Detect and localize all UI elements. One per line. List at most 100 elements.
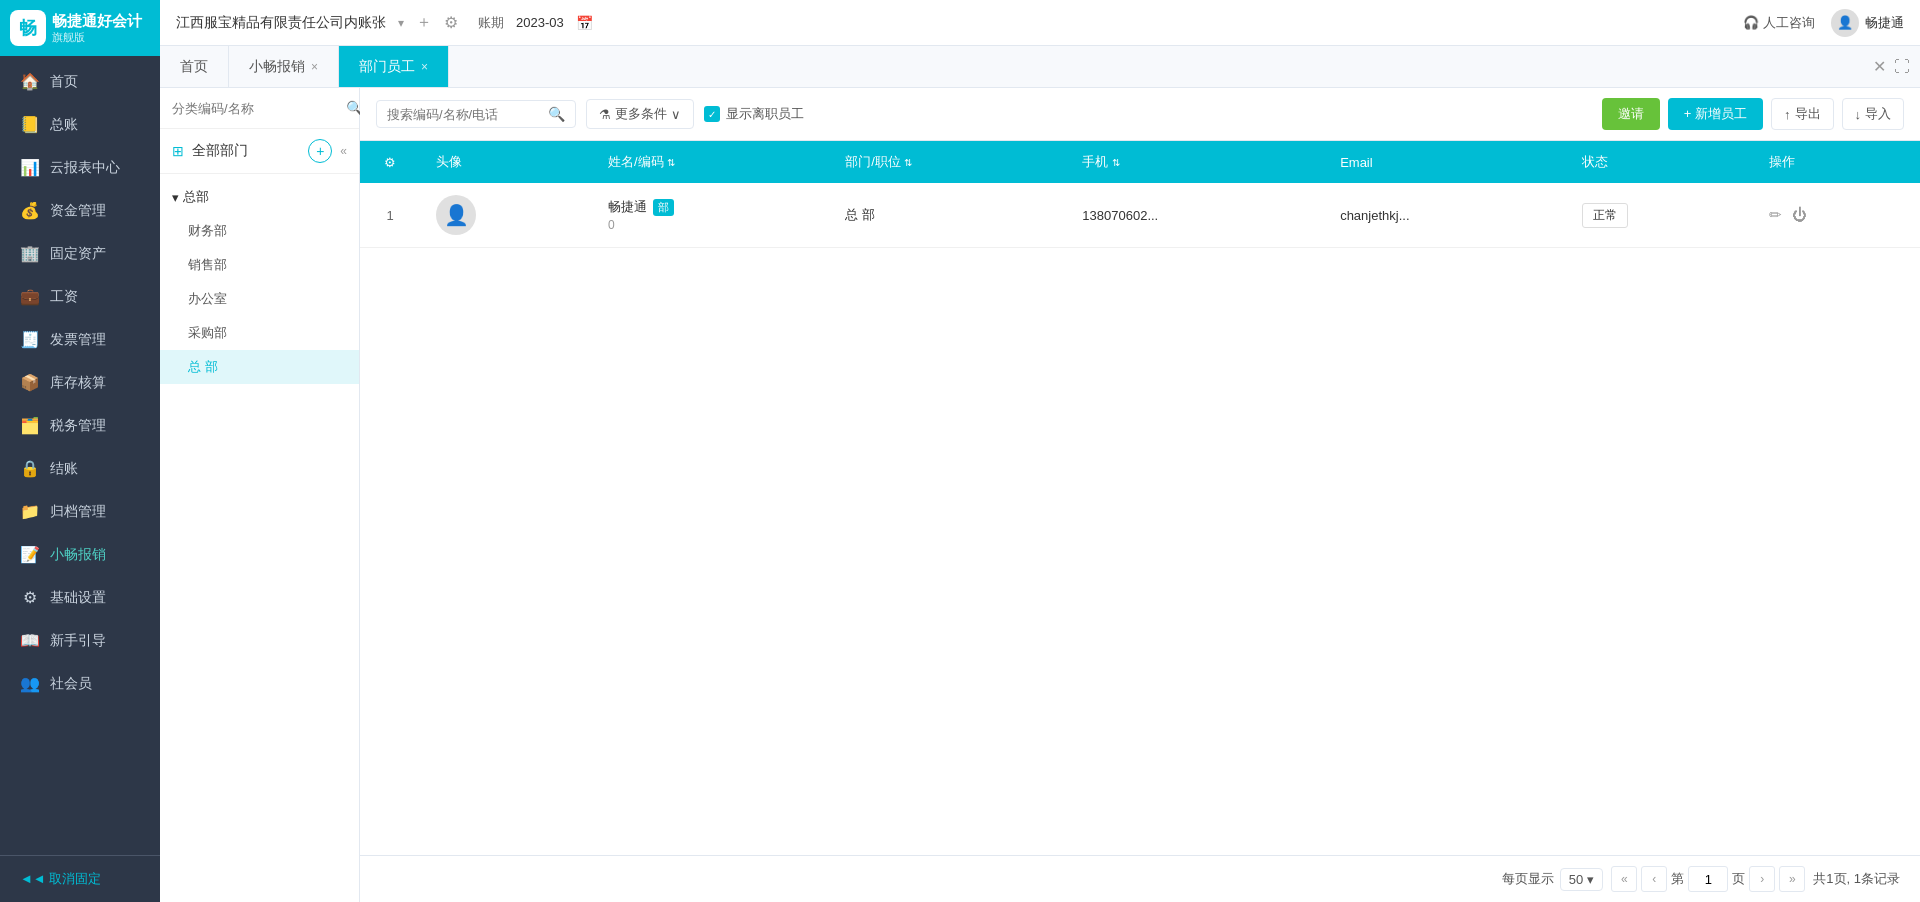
sidebar-toggle[interactable]: ◄◄ 取消固定 bbox=[0, 855, 160, 902]
sidebar-item-inventory[interactable]: 📦 库存核算 bbox=[0, 361, 160, 404]
import-button[interactable]: ↓ 导入 bbox=[1842, 98, 1905, 130]
user-avatar: 👤 bbox=[1831, 9, 1859, 37]
sidebar-item-home[interactable]: 🏠 首页 bbox=[0, 60, 160, 103]
sort-icon: ⇅ bbox=[1112, 157, 1120, 168]
dept-item-finance[interactable]: 财务部 bbox=[160, 214, 359, 248]
dept-add-button[interactable]: + bbox=[308, 139, 332, 163]
employee-search-input[interactable] bbox=[387, 107, 542, 122]
import-icon: ↓ bbox=[1855, 107, 1862, 122]
dept-item-procurement[interactable]: 采购部 bbox=[160, 316, 359, 350]
page-label-2: 页 bbox=[1732, 870, 1745, 888]
support-label: 人工咨询 bbox=[1763, 14, 1815, 32]
dept-item-label: 总 部 bbox=[188, 358, 218, 376]
dropdown-icon: ▾ bbox=[1587, 872, 1594, 887]
sidebar-item-archive[interactable]: 📁 归档管理 bbox=[0, 490, 160, 533]
sidebar-item-tax[interactable]: 🗂️ 税务管理 bbox=[0, 404, 160, 447]
sidebar-item-reports[interactable]: 📊 云报表中心 bbox=[0, 146, 160, 189]
sidebar: 畅 畅捷通好会计 旗舰版 🏠 首页 📒 总账 📊 云报表中心 💰 资金管理 🏢 … bbox=[0, 0, 160, 902]
sort-icon: ⇅ bbox=[904, 157, 912, 168]
employee-name: 畅捷通 bbox=[608, 198, 647, 216]
support-button[interactable]: 🎧 人工咨询 bbox=[1743, 14, 1815, 32]
maximize-window-icon[interactable]: ⛶ bbox=[1894, 58, 1910, 76]
sidebar-item-salary[interactable]: 💼 工资 bbox=[0, 275, 160, 318]
filter-button[interactable]: ⚗ 更多条件 ∨ bbox=[586, 99, 694, 129]
edit-button[interactable]: ✏ bbox=[1769, 206, 1782, 224]
col-name[interactable]: 姓名/编码 ⇅ bbox=[592, 141, 829, 183]
top-header: 江西服宝精品有限责任公司内账张 ▾ ＋ ⚙ 账期 2023-03 📅 🎧 人工咨… bbox=[160, 0, 1920, 46]
action-buttons: ✏ ⏻ bbox=[1769, 206, 1904, 224]
tab-dept-label: 部门员工 bbox=[359, 58, 415, 76]
tab-home[interactable]: 首页 bbox=[160, 46, 229, 87]
table-header-row: ⚙ 头像 姓名/编码 ⇅ 部门/职位 ⇅ 手机 bbox=[360, 141, 1920, 183]
col-dept[interactable]: 部门/职位 ⇅ bbox=[829, 141, 1066, 183]
expand-icon: ▾ bbox=[172, 190, 179, 205]
sidebar-item-expense[interactable]: 📝 小畅报销 bbox=[0, 533, 160, 576]
header-right: 🎧 人工咨询 👤 畅捷通 bbox=[1743, 9, 1904, 37]
show-resigned-checkbox[interactable]: ✓ bbox=[704, 106, 720, 122]
dept-item-sales[interactable]: 销售部 bbox=[160, 248, 359, 282]
col-settings[interactable]: ⚙ bbox=[360, 141, 420, 183]
sidebar-item-invoice[interactable]: 🧾 发票管理 bbox=[0, 318, 160, 361]
col-phone[interactable]: 手机 ⇅ bbox=[1066, 141, 1324, 183]
settings-icon[interactable]: ⚙ bbox=[444, 13, 458, 32]
calendar-icon[interactable]: 📅 bbox=[576, 15, 593, 31]
export-button[interactable]: ↑ 导出 bbox=[1771, 98, 1834, 130]
dept-grid-icon: ⊞ bbox=[172, 143, 184, 159]
dept-item-label: 销售部 bbox=[188, 256, 227, 274]
home-icon: 🏠 bbox=[20, 72, 40, 91]
invite-button[interactable]: 邀请 bbox=[1602, 98, 1660, 130]
employee-table-container: ⚙ 头像 姓名/编码 ⇅ 部门/职位 ⇅ 手机 bbox=[360, 141, 1920, 855]
next-page-button[interactable]: › bbox=[1749, 866, 1775, 892]
dept-tag: 部 bbox=[653, 199, 674, 216]
show-resigned-toggle[interactable]: ✓ 显示离职员工 bbox=[704, 105, 804, 123]
page-size-dropdown[interactable]: 50 ▾ bbox=[1560, 868, 1603, 891]
dept-collapse-icon[interactable]: « bbox=[340, 144, 347, 158]
tab-dept-close[interactable]: × bbox=[421, 60, 428, 74]
logout-button[interactable]: ⏻ bbox=[1792, 206, 1807, 224]
user-info[interactable]: 👤 畅捷通 bbox=[1831, 9, 1904, 37]
dept-search-input[interactable] bbox=[172, 101, 340, 116]
sidebar-item-assets[interactable]: 🏢 固定资产 bbox=[0, 232, 160, 275]
archive-icon: 📁 bbox=[20, 502, 40, 521]
import-label: 导入 bbox=[1865, 105, 1891, 123]
close-window-icon[interactable]: ✕ bbox=[1873, 57, 1886, 76]
sidebar-item-settings[interactable]: ⚙ 基础设置 bbox=[0, 576, 160, 619]
add-employee-button[interactable]: + 新增员工 bbox=[1668, 98, 1763, 130]
last-page-button[interactable]: » bbox=[1779, 866, 1805, 892]
username: 畅捷通 bbox=[1865, 14, 1904, 32]
tab-expense[interactable]: 小畅报销 × bbox=[229, 46, 339, 87]
total-info: 共1页, 1条记录 bbox=[1813, 870, 1900, 888]
first-page-button[interactable]: « bbox=[1611, 866, 1637, 892]
toolbar: 🔍 ⚗ 更多条件 ∨ ✓ 显示离职员工 邀请 + 新增员工 ↑ 导出 bbox=[360, 88, 1920, 141]
table-row: 1 👤 畅捷通 部 0 总 部 bbox=[360, 183, 1920, 248]
per-page-label: 每页显示 bbox=[1502, 870, 1554, 888]
per-page-value: 50 bbox=[1569, 872, 1583, 887]
tab-expense-close[interactable]: × bbox=[311, 60, 318, 74]
guide-icon: 📖 bbox=[20, 631, 40, 650]
sidebar-item-label: 发票管理 bbox=[50, 331, 106, 349]
sidebar-item-ledger[interactable]: 📒 总账 bbox=[0, 103, 160, 146]
employee-search-icon[interactable]: 🔍 bbox=[548, 106, 565, 122]
sidebar-item-closing[interactable]: 🔒 结账 bbox=[0, 447, 160, 490]
period-label: 账期 bbox=[478, 14, 504, 32]
dept-item-headquarters[interactable]: ▾ 总部 bbox=[160, 180, 359, 214]
col-avatar: 头像 bbox=[420, 141, 592, 183]
company-dropdown-icon[interactable]: ▾ bbox=[398, 16, 404, 30]
company-name: 江西服宝精品有限责任公司内账张 bbox=[176, 14, 386, 32]
sidebar-item-label: 税务管理 bbox=[50, 417, 106, 435]
sidebar-item-member[interactable]: 👥 社会员 bbox=[0, 662, 160, 705]
col-email: Email bbox=[1324, 141, 1566, 183]
tab-bar: 首页 小畅报销 × 部门员工 × ✕ ⛶ bbox=[160, 46, 1920, 88]
invoice-icon: 🧾 bbox=[20, 330, 40, 349]
tab-dept[interactable]: 部门员工 × bbox=[339, 46, 449, 87]
page-input[interactable] bbox=[1688, 866, 1728, 892]
page-size-select: 每页显示 50 ▾ bbox=[1502, 868, 1603, 891]
dept-item-office[interactable]: 办公室 bbox=[160, 282, 359, 316]
dept-item-label: 办公室 bbox=[188, 290, 227, 308]
sidebar-item-label: 首页 bbox=[50, 73, 78, 91]
sidebar-item-funds[interactable]: 💰 资金管理 bbox=[0, 189, 160, 232]
add-company-icon[interactable]: ＋ bbox=[416, 12, 432, 33]
sidebar-item-guide[interactable]: 📖 新手引导 bbox=[0, 619, 160, 662]
prev-page-button[interactable]: ‹ bbox=[1641, 866, 1667, 892]
dept-item-general[interactable]: 总 部 bbox=[160, 350, 359, 384]
